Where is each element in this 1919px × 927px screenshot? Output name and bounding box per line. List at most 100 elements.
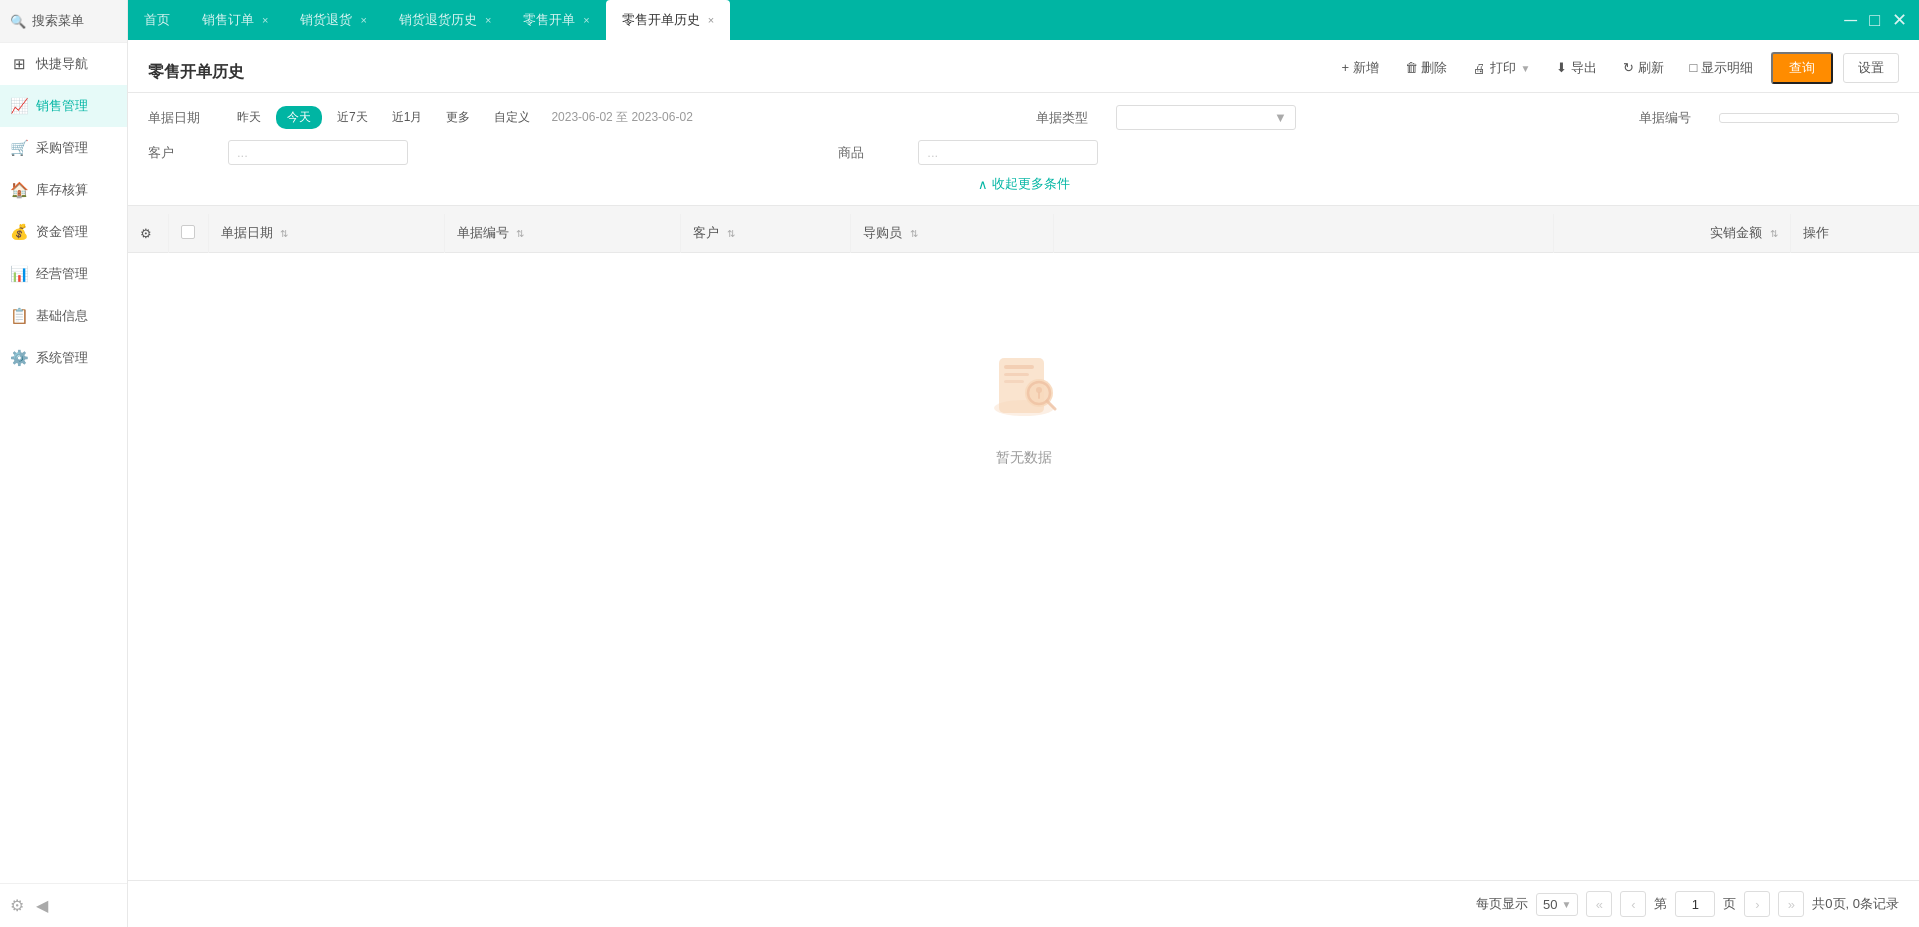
empty-state: 暂无数据 [128,253,1919,547]
th-amount[interactable]: 实销金额 ⇅ [1554,214,1790,253]
sidebar-item-label: 经营管理 [36,265,88,283]
tab-retail-open-history-close[interactable]: × [708,14,714,26]
page-size-select[interactable]: 50 ▼ [1536,893,1578,916]
th-settings[interactable]: ⚙ [128,214,168,253]
th-bill-date[interactable]: 单据日期 ⇅ [208,214,444,253]
sidebar-item-system-mgmt[interactable]: ⚙️ 系统管理 [0,337,127,379]
next-page-button[interactable]: › [1744,891,1770,917]
tab-sales-order[interactable]: 销售订单 × [186,0,284,40]
date-1month-btn[interactable]: 近1月 [383,106,432,129]
query-button[interactable]: 查询 [1771,52,1833,84]
th-guide-label: 导购员 [863,225,902,240]
sidebar-item-operations[interactable]: 📊 经营管理 [0,253,127,295]
system-mgmt-icon: ⚙️ [10,349,28,367]
select-all-checkbox[interactable] [181,225,195,239]
sidebar-item-label: 快捷导航 [36,55,88,73]
customer-filter-label: 客户 [148,144,208,162]
finance-icon: 💰 [10,223,28,241]
tab-retail-open-history[interactable]: 零售开单历史 × [606,0,730,40]
sidebar-search[interactable]: 🔍 搜索菜单 [0,0,127,43]
sidebar-item-label: 采购管理 [36,139,88,157]
tab-sales-return-label: 销货退货 [300,11,352,29]
table-settings-icon[interactable]: ⚙ [140,226,152,241]
collapse-button[interactable]: ∧ 收起更多条件 [978,175,1070,193]
tab-sales-return[interactable]: 销货退货 × [284,0,382,40]
current-page-input[interactable] [1675,891,1715,917]
tab-home-label: 首页 [144,11,170,29]
add-button[interactable]: + 新增 [1334,55,1387,81]
collapse-up-icon: ∧ [978,177,988,192]
th-guide[interactable]: 导购员 ⇅ [851,214,1054,253]
sidebar-collapse-button[interactable]: ◀ [36,896,48,915]
filter-row-2: 客户 ... 商品 ... [148,140,1899,165]
table-header-row: ⚙ 单据日期 ⇅ 单据编号 ⇅ [128,214,1919,253]
refresh-button[interactable]: ↻ 刷新 [1615,55,1672,81]
minimize-icon[interactable]: ─ [1844,10,1857,31]
date-yesterday-btn[interactable]: 昨天 [228,106,270,129]
th-bill-no[interactable]: 单据编号 ⇅ [444,214,680,253]
tab-sales-return-close[interactable]: × [360,14,366,26]
purchase-mgmt-icon: 🛒 [10,139,28,157]
th-checkbox[interactable] [168,214,208,253]
sidebar-item-finance[interactable]: 💰 资金管理 [0,211,127,253]
sidebar: 🔍 搜索菜单 ⊞ 快捷导航 📈 销售管理 🛒 采购管理 🏠 库存核算 💰 资金管… [0,0,128,927]
restore-icon[interactable]: □ [1869,10,1880,31]
print-button[interactable]: 🖨 打印 ▼ [1465,55,1538,81]
main-area: 首页 销售订单 × 销货退货 × 销货退货历史 × 零售开单 × 零售开单历史 … [128,0,1919,927]
customer-input[interactable]: ... [228,140,408,165]
bill-no-input[interactable] [1719,113,1899,123]
date-more-btn[interactable]: 更多 [437,106,479,129]
sidebar-item-purchase-mgmt[interactable]: 🛒 采购管理 [0,127,127,169]
sidebar-footer: ⚙ ◀ [0,883,127,927]
page-header: 零售开单历史 + 新增 🗑 删除 🖨 打印 ▼ ⬇ 导出 ↻ 刷新 □ 显示明细… [128,40,1919,93]
page-size-arrow-icon: ▼ [1561,899,1571,910]
quick-nav-icon: ⊞ [10,55,28,73]
close-icon[interactable]: ✕ [1892,9,1907,31]
th-actions-label: 操作 [1803,225,1829,240]
tab-retail-open-close[interactable]: × [583,14,589,26]
print-arrow-icon: ▼ [1520,63,1530,74]
bill-no-sort-icon: ⇅ [516,228,524,239]
empty-icon [974,333,1074,433]
svg-rect-2 [1004,365,1034,369]
th-actions: 操作 [1790,214,1919,253]
page-content: 零售开单历史 + 新增 🗑 删除 🖨 打印 ▼ ⬇ 导出 ↻ 刷新 □ 显示明细… [128,40,1919,927]
filter-row-collapse: ∧ 收起更多条件 [148,175,1899,193]
sidebar-item-sales-mgmt[interactable]: 📈 销售管理 [0,85,127,127]
tab-retail-open[interactable]: 零售开单 × [507,0,605,40]
sidebar-item-quick-nav[interactable]: ⊞ 快捷导航 [0,43,127,85]
sidebar-item-basic-info[interactable]: 📋 基础信息 [0,295,127,337]
customer-placeholder: ... [237,145,248,160]
delete-button[interactable]: 🗑 删除 [1397,55,1456,81]
goods-input[interactable]: ... [918,140,1098,165]
empty-text: 暂无数据 [996,449,1052,467]
date-today-btn[interactable]: 今天 [276,106,322,129]
show-detail-button[interactable]: □ 显示明细 [1682,55,1761,81]
bill-type-label: 单据类型 [1036,109,1096,127]
tab-home[interactable]: 首页 [128,0,186,40]
th-customer[interactable]: 客户 ⇅ [681,214,851,253]
amount-sort-icon: ⇅ [1770,228,1778,239]
page-size-value: 50 [1543,897,1557,912]
export-button[interactable]: ⬇ 导出 [1548,55,1605,81]
settings-button[interactable]: 设置 [1843,53,1899,83]
bill-type-select[interactable]: ▼ [1116,105,1296,130]
sidebar-item-inventory[interactable]: 🏠 库存核算 [0,169,127,211]
date-custom-btn[interactable]: 自定义 [485,106,539,129]
th-customer-label: 客户 [693,225,719,240]
prev-page-button[interactable]: ‹ [1620,891,1646,917]
first-page-button[interactable]: « [1586,891,1612,917]
tab-sales-return-history-close[interactable]: × [485,14,491,26]
tabs-bar: 首页 销售订单 × 销货退货 × 销货退货历史 × 零售开单 × 零售开单历史 … [128,0,1919,40]
sidebar-settings-button[interactable]: ⚙ [10,896,24,915]
last-page-button[interactable]: » [1778,891,1804,917]
date-7days-btn[interactable]: 近7天 [328,106,377,129]
data-table: ⚙ 单据日期 ⇅ 单据编号 ⇅ [128,214,1919,547]
sales-mgmt-icon: 📈 [10,97,28,115]
sidebar-item-label: 库存核算 [36,181,88,199]
tab-sales-return-history[interactable]: 销货退货历史 × [383,0,507,40]
tab-sales-order-close[interactable]: × [262,14,268,26]
sidebar-item-label: 资金管理 [36,223,88,241]
pagination-bar: 每页显示 50 ▼ « ‹ 第 页 › » 共0页, 0条记录 [128,880,1919,927]
sidebar-search-label: 搜索菜单 [32,12,84,30]
